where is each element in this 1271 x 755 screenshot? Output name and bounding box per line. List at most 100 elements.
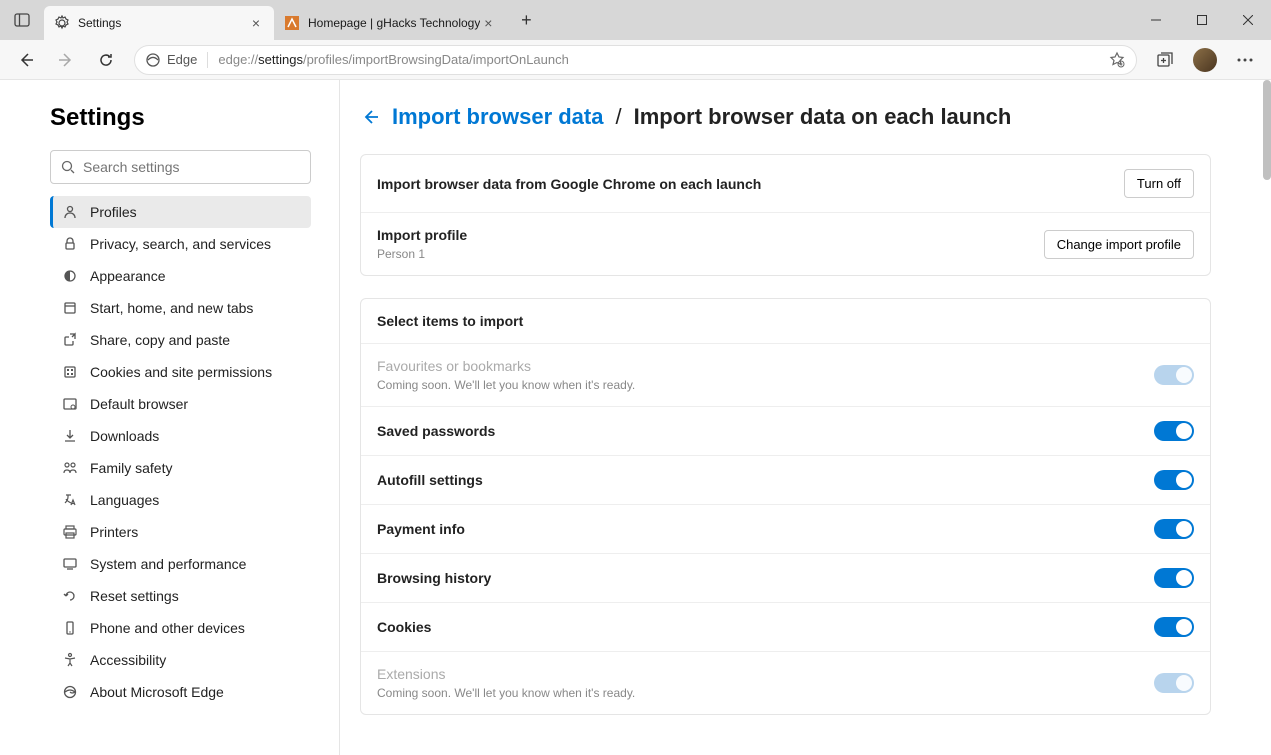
sidebar-item-label: Reset settings <box>90 588 179 604</box>
url-text: edge://settings/profiles/importBrowsingD… <box>218 52 568 67</box>
tab-close-button[interactable]: × <box>248 15 264 31</box>
sidebar-item-label: Profiles <box>90 204 137 220</box>
sidebar-item-label: Start, home, and new tabs <box>90 300 253 316</box>
maximize-button[interactable] <box>1179 0 1225 40</box>
sidebar-item-downloads[interactable]: Downloads <box>50 420 311 452</box>
toggle-cookies[interactable] <box>1154 617 1194 637</box>
reset-icon <box>62 588 78 604</box>
select-items-card: Select items to import Favourites or boo… <box>360 298 1211 715</box>
more-icon <box>1237 58 1253 62</box>
import-item-label: Favourites or bookmarks <box>377 358 635 374</box>
sidebar-item-start-home-and-new-tabs[interactable]: Start, home, and new tabs <box>50 292 311 324</box>
profile-button[interactable] <box>1187 44 1223 76</box>
sidebar-item-about-microsoft-edge[interactable]: About Microsoft Edge <box>50 676 311 708</box>
sidebar-item-label: Downloads <box>90 428 159 444</box>
sidebar-item-family-safety[interactable]: Family safety <box>50 452 311 484</box>
avatar <box>1193 48 1217 72</box>
toggle-autofill-settings[interactable] <box>1154 470 1194 490</box>
tab-close-button[interactable]: × <box>480 15 496 31</box>
sidebar-item-system-and-performance[interactable]: System and performance <box>50 548 311 580</box>
sidebar-item-printers[interactable]: Printers <box>50 516 311 548</box>
sidebar-item-label: Default browser <box>90 396 188 412</box>
tab-actions-button[interactable] <box>0 0 44 40</box>
import-item-label: Payment info <box>377 521 465 537</box>
tab-title: Settings <box>78 16 248 30</box>
sidebar-item-label: Phone and other devices <box>90 620 245 636</box>
sidebar-item-reset-settings[interactable]: Reset settings <box>50 580 311 612</box>
address-bar[interactable]: Edge edge://settings/profiles/importBrow… <box>134 45 1137 75</box>
favorite-icon[interactable] <box>1108 51 1126 69</box>
back-button[interactable] <box>8 44 44 76</box>
settings-sidebar: Settings ProfilesPrivacy, search, and se… <box>0 80 340 755</box>
import-item-label: Extensions <box>377 666 635 682</box>
sidebar-item-appearance[interactable]: Appearance <box>50 260 311 292</box>
breadcrumb-link[interactable]: Import browser data <box>392 104 603 130</box>
toggle-browsing-history[interactable] <box>1154 568 1194 588</box>
phone-icon <box>62 620 78 636</box>
tab-settings[interactable]: Settings × <box>44 6 274 40</box>
site-identity: Edge <box>167 52 197 67</box>
import-summary-card: Import browser data from Google Chrome o… <box>360 154 1211 276</box>
toolbar: Edge edge://settings/profiles/importBrow… <box>0 40 1271 80</box>
import-item-row: Browsing history <box>361 554 1210 603</box>
sidebar-item-label: Languages <box>90 492 159 508</box>
browser-icon <box>62 396 78 412</box>
sidebar-item-default-browser[interactable]: Default browser <box>50 388 311 420</box>
import-item-row: Extensions Coming soon. We'll let you kno… <box>361 652 1210 714</box>
breadcrumb-current: Import browser data on each launch <box>634 104 1012 130</box>
search-settings-box[interactable] <box>50 150 311 184</box>
toggle-saved-passwords[interactable] <box>1154 421 1194 441</box>
arrow-left-icon <box>17 51 35 69</box>
family-icon <box>62 460 78 476</box>
printer-icon <box>62 524 78 540</box>
minimize-button[interactable] <box>1133 0 1179 40</box>
import-profile-label: Import profile <box>377 227 467 243</box>
refresh-icon <box>98 52 114 68</box>
menu-button[interactable] <box>1227 44 1263 76</box>
edge-icon <box>62 684 78 700</box>
collections-button[interactable] <box>1147 44 1183 76</box>
select-items-header: Select items to import <box>377 313 523 329</box>
system-icon <box>62 556 78 572</box>
import-item-row: Saved passwords <box>361 407 1210 456</box>
sidebar-item-languages[interactable]: Languages <box>50 484 311 516</box>
refresh-button[interactable] <box>88 44 124 76</box>
toggle-payment-info[interactable] <box>1154 519 1194 539</box>
search-settings-input[interactable] <box>83 159 300 175</box>
import-item-row: Favourites or bookmarks Coming soon. We'l… <box>361 344 1210 407</box>
close-window-button[interactable] <box>1225 0 1271 40</box>
sidebar-item-phone-and-other-devices[interactable]: Phone and other devices <box>50 612 311 644</box>
import-item-sub: Coming soon. We'll let you know when it'… <box>377 378 635 392</box>
import-from-label: Import browser data from Google Chrome o… <box>377 176 761 192</box>
sidebar-item-accessibility[interactable]: Accessibility <box>50 644 311 676</box>
home-icon <box>62 300 78 316</box>
forward-button[interactable] <box>48 44 84 76</box>
change-profile-button[interactable]: Change import profile <box>1044 230 1194 259</box>
sidebar-item-label: Appearance <box>90 268 166 284</box>
breadcrumb: Import browser data / Import browser dat… <box>360 104 1211 130</box>
import-item-sub: Coming soon. We'll let you know when it'… <box>377 686 635 700</box>
edge-icon <box>145 52 161 68</box>
language-icon <box>62 492 78 508</box>
profile-icon <box>62 204 78 220</box>
appearance-icon <box>62 268 78 284</box>
import-item-row: Cookies <box>361 603 1210 652</box>
import-item-label: Saved passwords <box>377 423 495 439</box>
tab-ghacks[interactable]: Homepage | gHacks Technology × <box>274 6 506 40</box>
tab-actions-icon <box>14 12 30 28</box>
sidebar-item-label: Privacy, search, and services <box>90 236 271 252</box>
scrollbar[interactable] <box>1263 80 1271 180</box>
turn-off-button[interactable]: Turn off <box>1124 169 1194 198</box>
settings-main: Import browser data / Import browser dat… <box>340 80 1271 755</box>
breadcrumb-back-button[interactable] <box>360 107 380 127</box>
sidebar-item-share-copy-and-paste[interactable]: Share, copy and paste <box>50 324 311 356</box>
accessibility-icon <box>62 652 78 668</box>
sidebar-item-profiles[interactable]: Profiles <box>50 196 311 228</box>
toggle-favourites-or-bookmarks <box>1154 365 1194 385</box>
new-tab-button[interactable]: + <box>510 4 542 36</box>
titlebar: Settings × Homepage | gHacks Technology … <box>0 0 1271 40</box>
sidebar-item-cookies-and-site-permissions[interactable]: Cookies and site permissions <box>50 356 311 388</box>
sidebar-item-label: About Microsoft Edge <box>90 684 224 700</box>
import-profile-value: Person 1 <box>377 247 467 261</box>
sidebar-item-privacy-search-and-services[interactable]: Privacy, search, and services <box>50 228 311 260</box>
